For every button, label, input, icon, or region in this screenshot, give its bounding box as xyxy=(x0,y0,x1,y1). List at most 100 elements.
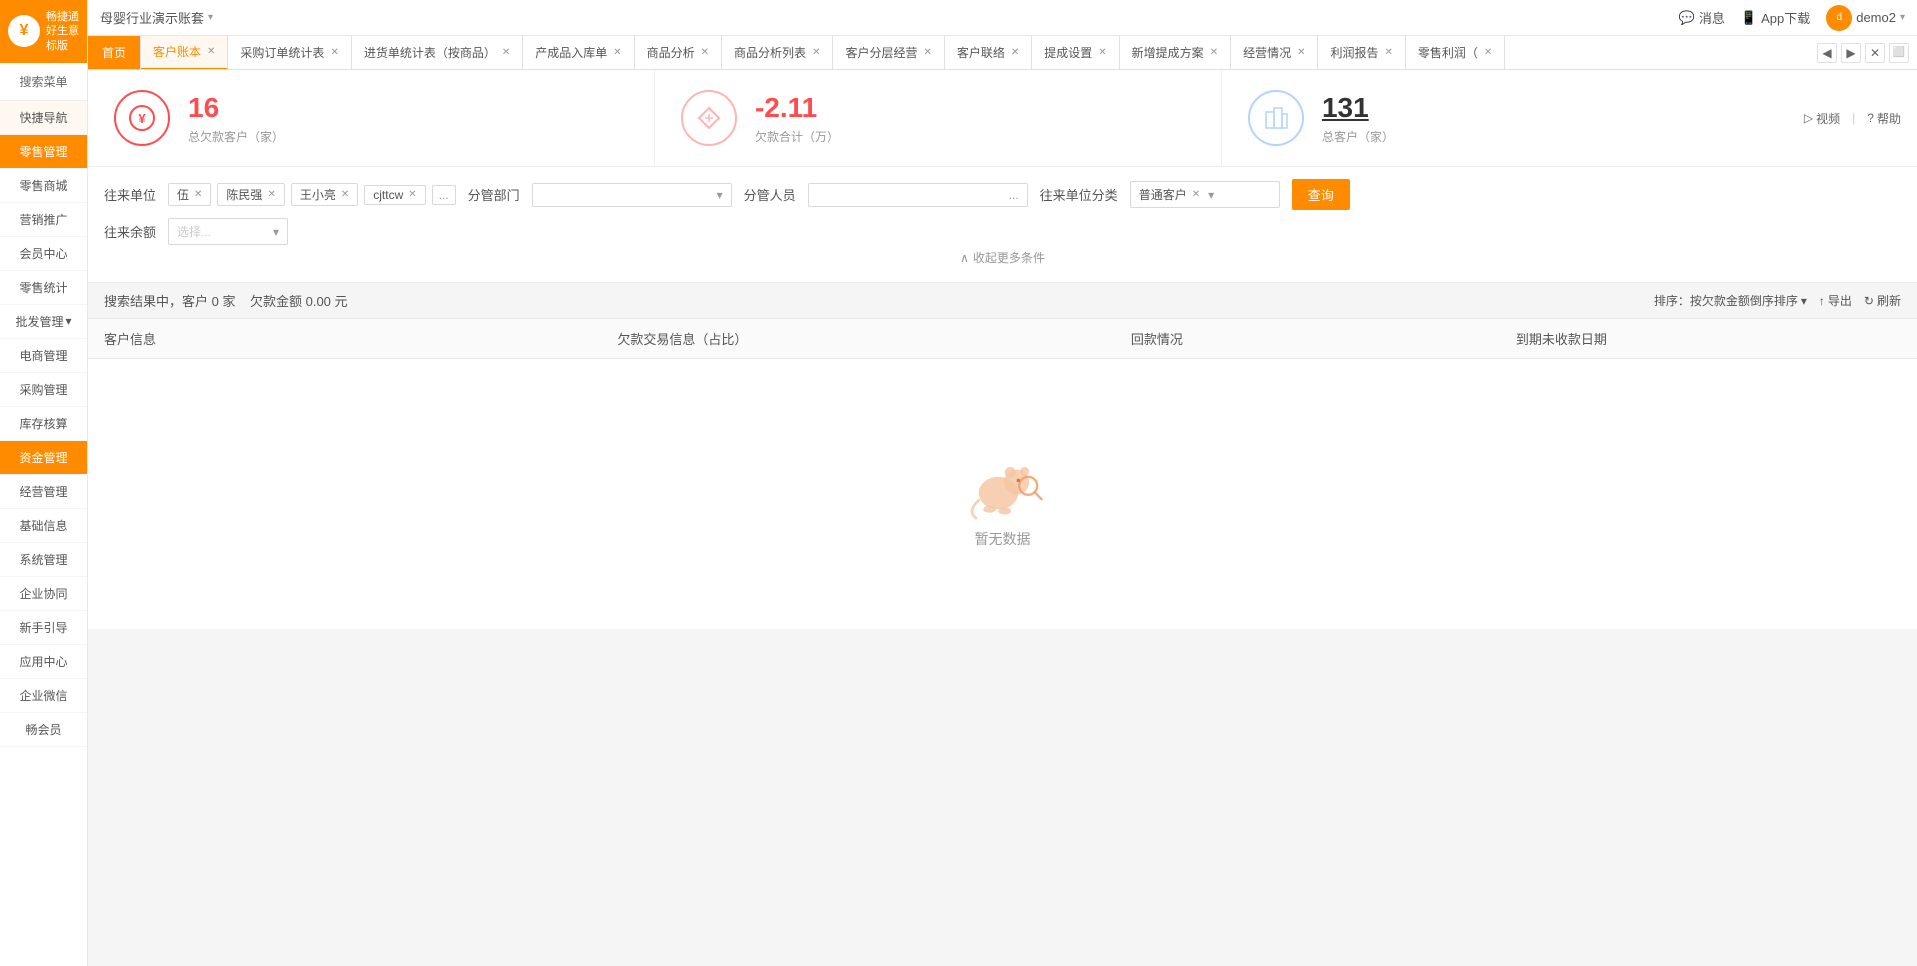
sidebar-item-member-center[interactable]: 会员中心 xyxy=(0,237,87,271)
tab-business-overview[interactable]: 经营情况 ✕ xyxy=(1231,36,1318,70)
stat-label-customers: 总欠款客户（家） xyxy=(188,128,284,145)
sidebar-item-app-center[interactable]: 应用中心 xyxy=(0,645,87,679)
results-actions: 排序：按欠款金额倒序排序 ▾ ↑ 导出 ↻ 刷新 xyxy=(1654,292,1901,309)
tab-finished-goods[interactable]: 产成品入库单 ✕ xyxy=(523,36,634,70)
company-selector[interactable]: 母婴行业演示账套 ▾ xyxy=(100,8,213,27)
stat-right-actions: ▷ 视频 | ? 帮助 xyxy=(1788,110,1917,127)
filter-tag-wu[interactable]: 伍 ✕ xyxy=(168,183,211,206)
filter-tag-cjttcw[interactable]: cjttcw ✕ xyxy=(364,185,425,205)
unit-label: 往来单位 xyxy=(104,185,156,204)
unit-class-select[interactable]: 普通客户 ✕ ▾ xyxy=(1130,181,1280,208)
tab-close-icon[interactable]: ✕ xyxy=(502,47,510,58)
chevron-down-icon: ▾ xyxy=(208,12,213,23)
tab-purchase-stats-by-product[interactable]: 进货单统计表（按商品） ✕ xyxy=(352,36,523,70)
filter-tag-wang[interactable]: 王小亮 ✕ xyxy=(291,183,358,206)
stat-label-total: 总客户（家） xyxy=(1322,128,1394,145)
unit-class-label: 往来单位分类 xyxy=(1040,185,1118,204)
sidebar-item-purchase[interactable]: 采购管理 xyxy=(0,373,87,407)
more-tags-button[interactable]: ... xyxy=(432,185,456,205)
tab-customer-segmentation[interactable]: 客户分层经营 ✕ xyxy=(833,36,944,70)
user-avatar-button[interactable]: d demo2 ▾ xyxy=(1826,5,1905,31)
remove-tag-chen[interactable]: ✕ xyxy=(267,189,275,200)
sidebar-item-wecom[interactable]: 企业微信 xyxy=(0,679,87,713)
tab-close-icon[interactable]: ✕ xyxy=(330,47,338,58)
sidebar-item-wholesale[interactable]: 批发管理 ▾ xyxy=(0,305,87,339)
chevron-down-icon: ▾ xyxy=(717,188,723,202)
remove-unit-class-tag[interactable]: ✕ xyxy=(1192,189,1200,200)
balance-select[interactable]: 选择... ▾ xyxy=(168,218,288,245)
download-icon: 📱 xyxy=(1741,10,1757,26)
table-container: 客户信息 欠款交易信息（占比） 回款情况 到期未收款日期 xyxy=(88,319,1917,629)
tab-close-icon[interactable]: ✕ xyxy=(1098,47,1106,58)
tab-product-analysis-list[interactable]: 商品分析列表 ✕ xyxy=(722,36,833,70)
tabs-scroll-left[interactable]: ◀ xyxy=(1817,43,1837,63)
sidebar-item-inventory[interactable]: 库存核算 xyxy=(0,407,87,441)
tab-close-icon[interactable]: ✕ xyxy=(1011,47,1019,58)
remove-tag-wu[interactable]: ✕ xyxy=(194,189,202,200)
sort-select[interactable]: 排序：按欠款金额倒序排序 ▾ xyxy=(1654,292,1807,309)
tabs-maximize[interactable]: ⬜ xyxy=(1889,43,1909,63)
tab-customer-contact[interactable]: 客户联络 ✕ xyxy=(945,36,1032,70)
sidebar-item-guide[interactable]: 新手引导 xyxy=(0,611,87,645)
stat-label-debt: 欠款合计（万） xyxy=(755,128,839,145)
chevron-down-icon: ▾ xyxy=(1801,294,1807,308)
sidebar-item-vip[interactable]: 畅会员 xyxy=(0,713,87,747)
message-button[interactable]: 💬 消息 xyxy=(1679,8,1725,27)
sidebar-item-ecommerce[interactable]: 电商管理 xyxy=(0,339,87,373)
tab-purchase-order-stats[interactable]: 采购订单统计表 ✕ xyxy=(228,36,351,70)
export-button[interactable]: ↑ 导出 xyxy=(1819,292,1852,309)
sidebar-item-retail-mall[interactable]: 零售商城 xyxy=(0,169,87,203)
tab-close-icon[interactable]: ✕ xyxy=(701,47,709,58)
results-info: 搜索结果中，客户 0 家 欠款金额 0.00 元 xyxy=(104,291,348,310)
help-button[interactable]: ? 帮助 xyxy=(1867,110,1901,127)
sidebar-item-enterprise[interactable]: 企业协同 xyxy=(0,577,87,611)
collapse-filter-button[interactable]: ∧ 收起更多条件 xyxy=(104,245,1901,270)
sidebar-item-retail-stats[interactable]: 零售统计 xyxy=(0,271,87,305)
tab-close-icon[interactable]: ✕ xyxy=(613,47,621,58)
tabs-bar: 首页 客户账本 ✕ 采购订单统计表 ✕ 进货单统计表（按商品） ✕ 产成品入库单… xyxy=(88,36,1917,70)
tab-retail-profit[interactable]: 零售利润（ ✕ xyxy=(1406,36,1505,70)
tab-customer-ledger[interactable]: 客户账本 ✕ xyxy=(141,36,228,70)
chevron-down-icon: ▾ xyxy=(1900,12,1905,23)
remove-tag-wang[interactable]: ✕ xyxy=(341,189,349,200)
sidebar-logo[interactable]: ¥ 畅捷通好生意 标版 xyxy=(0,0,87,63)
tab-close-icon[interactable]: ✕ xyxy=(1210,47,1218,58)
filter-tag-chen[interactable]: 陈民强 ✕ xyxy=(217,183,284,206)
quick-nav[interactable]: 快捷导航 xyxy=(0,101,87,135)
remove-tag-cjttcw[interactable]: ✕ xyxy=(408,189,416,200)
sidebar-item-finance[interactable]: 资金管理 xyxy=(0,441,87,475)
sidebar-item-operations[interactable]: 经营管理 xyxy=(0,475,87,509)
stat-text-1: 16 总欠款客户（家） xyxy=(188,91,284,146)
tab-home[interactable]: 首页 xyxy=(88,36,141,70)
stats-bar: ¥ 16 总欠款客户（家） xyxy=(88,70,1917,167)
unit-class-tag[interactable]: 普通客户 ✕ xyxy=(1139,186,1200,203)
app-download-button[interactable]: 📱 App下载 xyxy=(1741,8,1810,27)
sidebar-item-system[interactable]: 系统管理 xyxy=(0,543,87,577)
sidebar-item-basic-info[interactable]: 基础信息 xyxy=(0,509,87,543)
sidebar-item-retail[interactable]: 零售管理 xyxy=(0,135,87,169)
video-help-button[interactable]: ▷ 视频 xyxy=(1804,110,1840,127)
tab-close-icon[interactable]: ✕ xyxy=(923,47,931,58)
query-button[interactable]: 查询 xyxy=(1292,179,1350,210)
tabs-close-all[interactable]: ✕ xyxy=(1865,43,1885,63)
question-icon: ? xyxy=(1867,111,1874,125)
refresh-button[interactable]: ↻ 刷新 xyxy=(1864,292,1901,309)
tab-close-icon[interactable]: ✕ xyxy=(1297,47,1305,58)
tabs-scroll-right[interactable]: ▶ xyxy=(1841,43,1861,63)
dept-label: 分管部门 xyxy=(468,185,520,204)
search-menu[interactable]: 搜索菜单 xyxy=(0,63,87,101)
tab-close-icon[interactable]: ✕ xyxy=(812,47,820,58)
sidebar-item-marketing[interactable]: 营销推广 xyxy=(0,203,87,237)
tab-product-analysis[interactable]: 商品分析 ✕ xyxy=(635,36,722,70)
tab-profit-report[interactable]: 利润报告 ✕ xyxy=(1318,36,1405,70)
tab-commission-settings[interactable]: 提成设置 ✕ xyxy=(1032,36,1119,70)
tab-new-commission[interactable]: 新增提成方案 ✕ xyxy=(1120,36,1231,70)
tab-close-icon[interactable]: ✕ xyxy=(1385,47,1393,58)
dept-select[interactable]: ▾ xyxy=(532,183,732,207)
tab-close-icon[interactable]: ✕ xyxy=(207,46,215,57)
empty-text: 暂无数据 xyxy=(975,529,1031,549)
col-header-payment: 回款情况 xyxy=(1131,329,1516,348)
person-input[interactable]: ... xyxy=(808,183,1028,207)
tab-close-icon[interactable]: ✕ xyxy=(1484,47,1492,58)
person-label: 分管人员 xyxy=(744,185,796,204)
